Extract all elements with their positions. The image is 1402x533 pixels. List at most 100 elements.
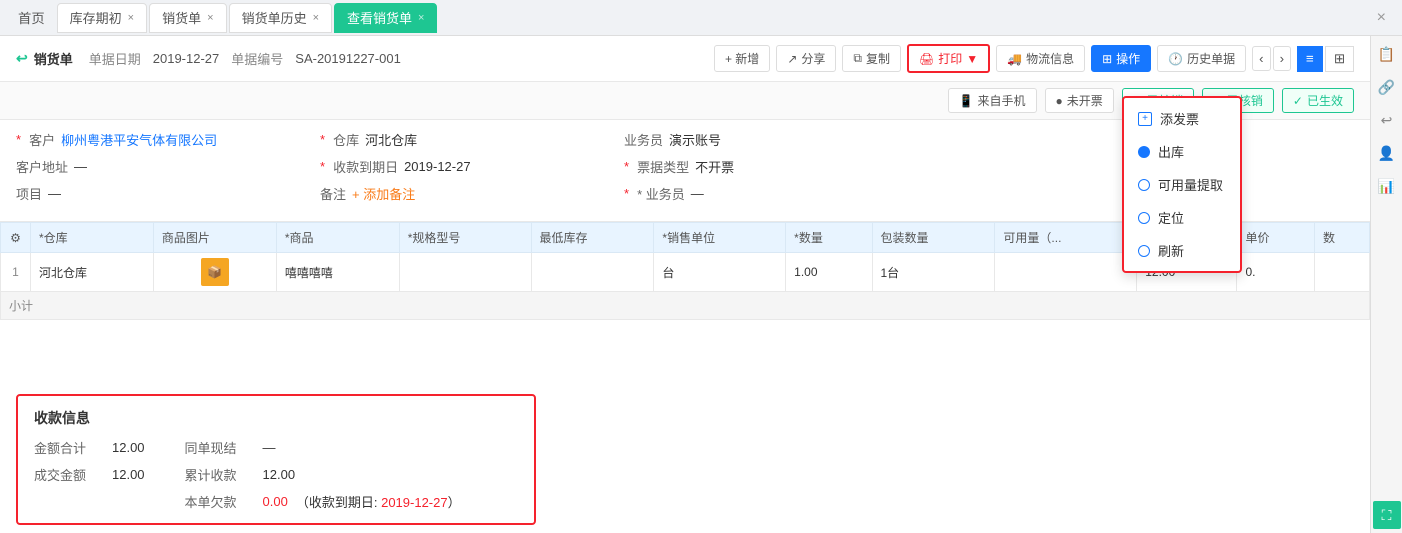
warehouse-required: * — [320, 132, 325, 147]
menu-locate[interactable]: 定位 — [1124, 201, 1240, 234]
payment-col-right: 同单现结 — 累计收款 12.00 本单欠款 0.00 （收款到期日: 2019… — [185, 438, 461, 511]
row-warehouse: 河北仓库 — [31, 253, 154, 292]
invoice-type-label: 票据类型 — [637, 157, 689, 176]
copy-button[interactable]: ⧉ 复制 — [842, 45, 901, 72]
nav-arrows: ‹ › — [1252, 46, 1291, 71]
tab-sales-close[interactable]: × — [207, 12, 213, 24]
view-list-btn[interactable]: ≡ — [1297, 46, 1323, 72]
refresh-label: 刷新 — [1158, 241, 1184, 260]
address-field: 客户地址 — — [16, 157, 296, 176]
salesperson2-required: * — [624, 186, 629, 201]
payment-rows: 金额合计 12.00 成交金额 12.00 同单现结 — 累计收款 — [34, 438, 518, 511]
print-dropdown-icon: ▼ — [966, 52, 978, 66]
locate-label: 定位 — [1158, 208, 1184, 227]
th-warehouse: *仓库 — [31, 223, 154, 253]
subtotal-row: 小计 — [1, 292, 1370, 320]
date-value: 2019-12-27 — [153, 51, 220, 66]
outstanding-label: 本单欠款 — [185, 492, 255, 511]
amount-total-value: 12.00 — [112, 440, 145, 455]
transaction-value: 12.00 — [112, 467, 145, 482]
transaction-label: 成交金额 — [34, 465, 104, 484]
logistics-icon: 🚚 — [1007, 52, 1022, 66]
address-label: 客户地址 — [16, 157, 68, 176]
menu-refresh[interactable]: 刷新 — [1124, 234, 1240, 267]
sidebar-link-icon[interactable]: 🔗 — [1372, 73, 1401, 102]
row-num: 1 — [1, 253, 31, 292]
history-button[interactable]: 🕐 历史单据 — [1157, 45, 1246, 72]
menu-add-invoice[interactable]: + 添发票 — [1124, 102, 1240, 135]
th-unit: *销售单位 — [654, 223, 786, 253]
sidebar-user-icon[interactable]: 👤 — [1372, 139, 1401, 168]
right-sidebar: 📋 🔗 ↩ 👤 📊 ⛶ — [1370, 36, 1402, 533]
tab-view-sales-close[interactable]: × — [418, 12, 424, 24]
subtotal-label: 小计 — [1, 292, 1370, 320]
history-icon: 🕐 — [1168, 52, 1183, 66]
menu-available-qty[interactable]: 可用量提取 — [1124, 168, 1240, 201]
th-gear[interactable]: ⚙ — [1, 223, 31, 253]
tab-inventory-label: 库存期初 — [70, 8, 122, 27]
amount-total-item: 金额合计 12.00 — [34, 438, 145, 457]
tab-sales-history[interactable]: 销货单历史 × — [229, 3, 332, 33]
add-invoice-icon: + — [1138, 112, 1152, 126]
not-open-button[interactable]: ● 未开票 — [1045, 88, 1114, 113]
outstanding-value: 0.00 — [263, 494, 288, 509]
sidebar-chart-icon[interactable]: 📊 — [1372, 172, 1401, 201]
project-value: — — [48, 186, 61, 201]
share-label: 分享 — [801, 50, 825, 67]
salesperson2-label: * 业务员 — [637, 184, 685, 203]
nav-prev[interactable]: ‹ — [1252, 46, 1270, 71]
from-phone-button[interactable]: 📱 来自手机 — [948, 88, 1037, 113]
effective-label: 已生效 — [1307, 92, 1343, 109]
operation-label: 操作 — [1116, 50, 1140, 67]
locate-icon — [1138, 212, 1150, 224]
share-icon: ↗ — [787, 52, 797, 66]
row-min-stock — [531, 253, 654, 292]
effective-button[interactable]: ✓ 已生效 — [1282, 88, 1354, 113]
menu-outbound[interactable]: 出库 — [1124, 135, 1240, 168]
add-note-button[interactable]: + 添加备注 — [352, 184, 415, 203]
th-amount: 数 — [1315, 223, 1370, 253]
row-pkg-qty: 1台 — [872, 253, 995, 292]
view-grid-btn[interactable]: ⊞ — [1325, 46, 1354, 72]
row-unit: 台 — [654, 253, 786, 292]
tab-home[interactable]: 首页 — [8, 8, 55, 27]
operation-icon: ⊞ — [1102, 52, 1112, 66]
transaction-item: 成交金额 12.00 — [34, 465, 145, 484]
new-button[interactable]: + 新增 — [714, 45, 770, 72]
doc-meta: 单据日期 2019-12-27 单据编号 SA-20191227-001 — [89, 49, 401, 68]
not-open-label: 未开票 — [1067, 92, 1103, 109]
doc-toolbar: + 新增 ↗ 分享 ⧉ 复制 🖨 打印 ▼ 🚚 物流信息 — [714, 44, 1354, 73]
project-label: 项目 — [16, 184, 42, 203]
th-qty: *数量 — [786, 223, 872, 253]
tab-view-sales[interactable]: 查看销货单 × — [334, 3, 437, 33]
payment-date-required: * — [320, 159, 325, 174]
sidebar-clipboard-icon[interactable]: 📋 — [1372, 40, 1401, 69]
th-price: 单价 — [1237, 223, 1315, 253]
tab-sales-history-close[interactable]: × — [313, 12, 319, 24]
tab-inventory-close[interactable]: × — [128, 12, 134, 24]
sidebar-refresh-icon[interactable]: ↩ — [1375, 106, 1399, 135]
tab-inventory[interactable]: 库存期初 × — [57, 3, 147, 33]
row-available — [995, 253, 1137, 292]
row-product: 嘻嘻嘻嘻 — [276, 253, 399, 292]
tab-sales[interactable]: 销货单 × — [149, 3, 226, 33]
th-product: *商品 — [276, 223, 399, 253]
new-label: + 新增 — [725, 50, 759, 67]
history-label: 历史单据 — [1187, 50, 1235, 67]
operation-button[interactable]: ⊞ 操作 — [1091, 45, 1151, 72]
warehouse-field: * 仓库 河北仓库 — [320, 130, 600, 149]
operation-dropdown: + 添发票 出库 可用量提取 定位 刷新 — [1122, 96, 1242, 273]
dropdown-menu: + 添发票 出库 可用量提取 定位 刷新 — [1122, 96, 1242, 273]
payment-date-label: 收款到期日 — [333, 157, 398, 176]
customer-value[interactable]: 柳州粤港平安气体有限公司 — [61, 130, 217, 149]
share-button[interactable]: ↗ 分享 — [776, 45, 836, 72]
doc-title: ↩ 销货单 — [16, 49, 73, 68]
salesperson2-value: — — [691, 186, 704, 201]
phone-icon: 📱 — [959, 94, 974, 108]
sidebar-expand-icon[interactable]: ⛶ — [1373, 501, 1401, 529]
logistics-button[interactable]: 🚚 物流信息 — [996, 45, 1085, 72]
print-button[interactable]: 🖨 打印 ▼ — [907, 44, 990, 73]
nav-next[interactable]: › — [1273, 46, 1291, 71]
close-all-button[interactable]: × — [1369, 9, 1394, 27]
number-value: SA-20191227-001 — [295, 51, 401, 66]
